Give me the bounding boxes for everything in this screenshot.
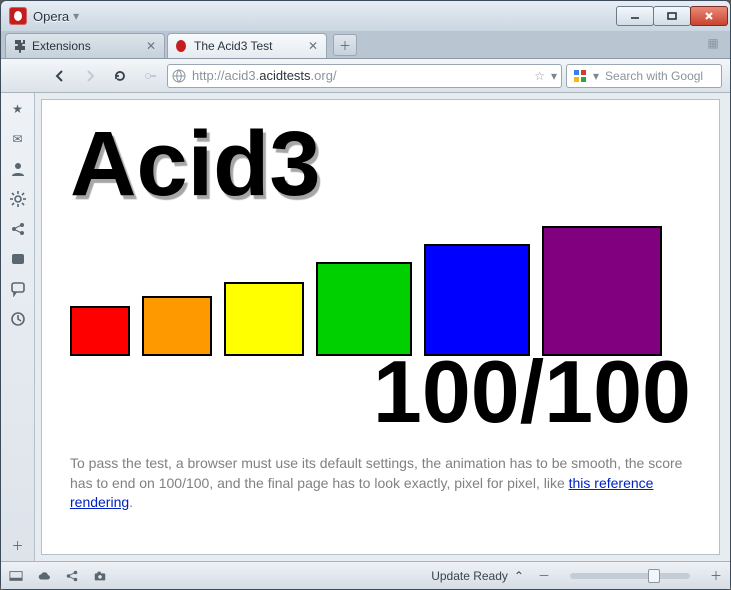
star-icon[interactable]: ★ [10,101,26,117]
acid3-bar-yellow [224,282,304,356]
acid3-bar-purple [542,226,662,356]
update-ready-label: Update Ready [431,569,508,583]
tab-label: Extensions [32,39,138,53]
acid3-blurb: To pass the test, a browser must use its… [70,454,697,513]
share-icon[interactable] [10,221,26,237]
panel-toggle-icon[interactable]: ▦ [700,30,726,56]
address-dropdown-icon[interactable]: ▾ [551,69,557,83]
acid3-title: Acid3 [70,118,697,210]
minimize-button[interactable] [616,6,654,26]
status-bar: Update Ready ⌃ － ＋ [1,561,730,589]
zoom-thumb[interactable] [648,569,660,583]
page-viewport: Acid3 100/100 To pass the test, a browse… [41,99,720,555]
chat-icon[interactable] [10,281,26,297]
update-arrow-icon: ⌃ [514,569,524,583]
acid3-bar-blue [424,244,530,356]
tab-acid3[interactable]: The Acid3 Test ✕ [167,33,327,58]
back-button[interactable] [47,63,73,89]
address-bar[interactable]: http://acid3.acidtests.org/ ☆ ▾ [167,64,562,88]
body: ★ ✉ ＋ Acid3 [1,93,730,561]
person-icon[interactable] [10,161,26,177]
url-host: acidtests [259,68,310,83]
acid3-page: Acid3 100/100 To pass the test, a browse… [42,100,719,523]
history-icon[interactable] [10,311,26,327]
url-scheme: http:// [192,68,225,83]
opera-app-icon[interactable] [9,7,27,25]
app-menu-chevron-icon[interactable]: ▾ [73,9,79,23]
reload-button[interactable] [107,63,133,89]
note-icon[interactable] [10,251,26,267]
sync-icon[interactable] [65,569,79,583]
zoom-in-icon[interactable]: ＋ [710,567,722,584]
window-controls [617,6,728,26]
close-button[interactable] [690,6,728,26]
update-ready[interactable]: Update Ready ⌃ [431,569,524,583]
bookmark-star-icon[interactable]: ☆ [534,69,545,83]
acid3-score: 100/100 [70,348,697,436]
acid3-bar-orange [142,296,212,356]
url-tld: .org/ [311,68,337,83]
wand-button[interactable] [137,63,163,89]
tab-label: The Acid3 Test [194,39,300,53]
panel-toggle-bottom-icon[interactable] [9,569,23,583]
add-panel-icon[interactable]: ＋ [10,537,26,553]
tab-close-icon[interactable]: ✕ [144,39,158,53]
forward-button[interactable] [77,63,103,89]
mail-icon[interactable]: ✉ [10,131,26,147]
search-engine-chevron-icon[interactable]: ▾ [593,69,599,83]
tab-extensions[interactable]: Extensions ✕ [5,33,165,58]
tab-close-icon[interactable]: ✕ [306,39,320,53]
search-placeholder: Search with Googl [605,69,715,83]
tab-strip: Extensions ✕ The Acid3 Test ✕ ＋ ▦ [1,31,730,59]
opera-icon [174,39,188,53]
gear-icon[interactable] [10,191,26,207]
camera-icon[interactable] [93,569,107,583]
titlebar: Opera ▾ [1,1,730,31]
zoom-slider[interactable] [570,573,690,579]
new-tab-button[interactable]: ＋ [333,34,357,56]
maximize-button[interactable] [653,6,691,26]
app-title: Opera [33,9,69,24]
blurb-post: . [129,494,133,510]
address-url: http://acid3.acidtests.org/ [192,68,528,83]
acid3-bar-red [70,306,130,356]
zoom-out-icon[interactable]: － [538,567,550,584]
globe-icon [172,69,186,83]
navbar: http://acid3.acidtests.org/ ☆ ▾ ▾ Search… [1,59,730,93]
app-window: Opera ▾ Extensions ✕ The Acid3 Test ✕ ＋ … [0,0,731,590]
url-sub: acid3. [225,68,260,83]
acid3-bars [70,216,697,356]
puzzle-icon [12,39,26,53]
google-icon [573,69,587,83]
search-box[interactable]: ▾ Search with Googl [566,64,722,88]
side-rail: ★ ✉ ＋ [1,93,35,561]
cloud-icon[interactable] [37,569,51,583]
